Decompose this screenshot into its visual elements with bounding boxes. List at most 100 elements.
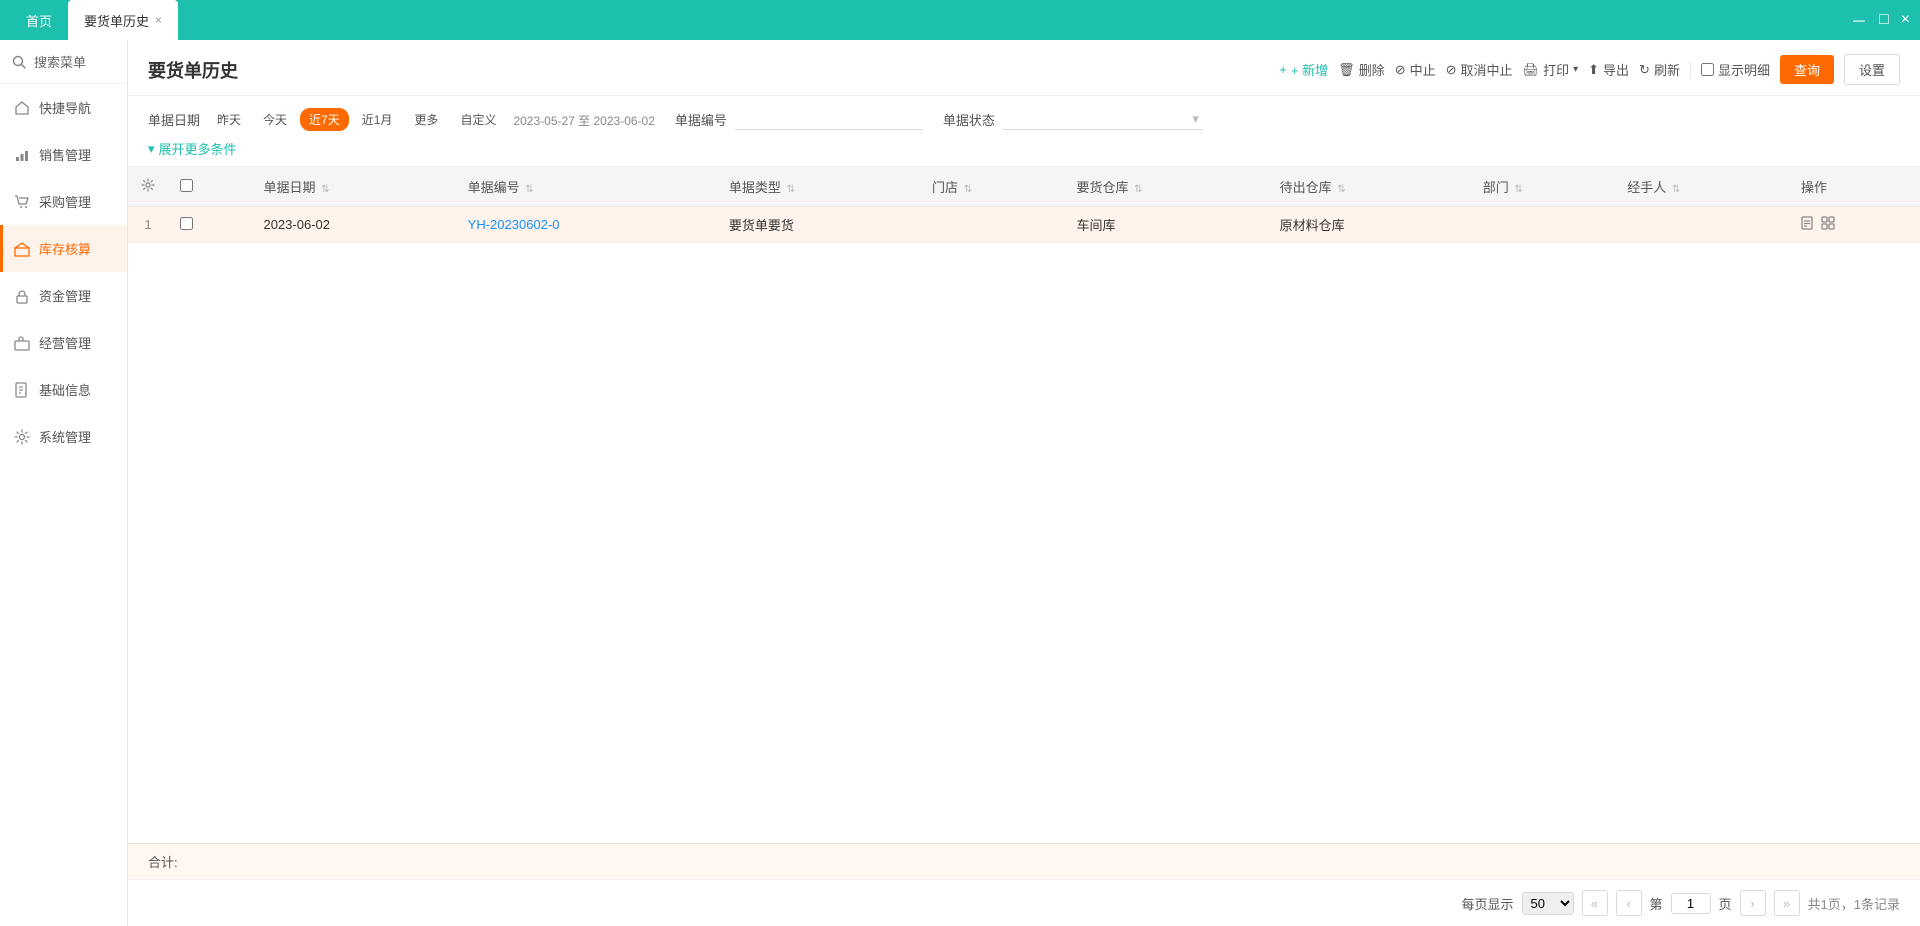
last-page-button[interactable]: » xyxy=(1774,890,1800,916)
settings-icon xyxy=(13,428,31,446)
code-filter-label: 单据编号 xyxy=(675,110,727,129)
th-date[interactable]: 单据日期 ⇅ xyxy=(251,167,455,207)
row-more-icon[interactable] xyxy=(1821,216,1835,233)
cancel-icon: ⊘ xyxy=(1446,62,1457,78)
status-filter-input[interactable] xyxy=(1003,110,1192,129)
row-edit-icon[interactable] xyxy=(1801,216,1815,233)
sort-date-icon: ⇅ xyxy=(321,184,329,195)
refresh-icon: ↻ xyxy=(1639,62,1650,78)
status-select-wrapper: ▾ xyxy=(1003,110,1203,130)
home-icon xyxy=(13,99,31,117)
cart-icon xyxy=(13,193,31,211)
row-dept xyxy=(1471,207,1615,243)
sidebar-item-finance[interactable]: 资金管理 xyxy=(0,272,127,319)
refresh-button[interactable]: ↻ 刷新 xyxy=(1639,60,1680,79)
page-number-input[interactable] xyxy=(1671,893,1711,914)
date-range-display: 2023-05-27 至 2023-06-02 xyxy=(513,112,654,129)
sidebar-item-quick-nav[interactable]: 快捷导航 xyxy=(0,84,127,131)
export-icon: ⬆ xyxy=(1588,62,1599,78)
row-code[interactable]: YH-20230602-0 xyxy=(456,207,717,243)
query-button[interactable]: 查询 xyxy=(1780,55,1834,84)
content-area: 要货单历史 + + 新增 🗑 删除 ⊘ 中止 ⊘ 取消中止 xyxy=(128,40,1920,926)
sort-store-icon: ⇅ xyxy=(964,184,972,195)
new-button[interactable]: + + 新增 xyxy=(1279,60,1328,79)
th-code[interactable]: 单据编号 ⇅ xyxy=(456,167,717,207)
sort-handler-icon: ⇅ xyxy=(1672,184,1680,195)
row-select-checkbox[interactable] xyxy=(180,217,193,230)
cancel-stop-button[interactable]: ⊘ 取消中止 xyxy=(1446,60,1513,79)
table-row[interactable]: 1 2023-06-02 YH-20230602-0 要货单要货 车间库 原材料… xyxy=(128,207,1920,243)
sidebar-item-system[interactable]: 系统管理 xyxy=(0,413,127,460)
th-dept[interactable]: 部门 ⇅ xyxy=(1471,167,1615,207)
table-footer: 合计: xyxy=(128,843,1920,879)
date-btn-custom[interactable]: 自定义 xyxy=(451,108,505,131)
select-all-checkbox[interactable] xyxy=(180,179,193,192)
next-page-button[interactable]: › xyxy=(1740,890,1766,916)
sort-req-warehouse-icon: ⇅ xyxy=(1134,184,1142,195)
total-records-text: 共1页，1条记录 xyxy=(1808,894,1900,913)
close-icon[interactable]: × xyxy=(1901,11,1910,29)
top-bar: 首页 要货单历史 × － □ × xyxy=(0,0,1920,40)
expand-filter-button[interactable]: ▾ 展开更多条件 xyxy=(148,139,1900,158)
table-settings-cell[interactable] xyxy=(128,167,168,207)
chevron-down-icon: ▾ xyxy=(148,141,155,157)
sidebar-item-inventory[interactable]: 库存核算 xyxy=(0,225,127,272)
th-handler[interactable]: 经手人 ⇅ xyxy=(1615,167,1789,207)
stop-button[interactable]: ⊘ 中止 xyxy=(1395,60,1436,79)
sidebar-item-operations[interactable]: 经营管理 xyxy=(0,319,127,366)
sidebar-item-basic-info[interactable]: 基础信息 xyxy=(0,366,127,413)
row-req-warehouse: 车间库 xyxy=(1065,207,1268,243)
delete-button[interactable]: 🗑 删除 xyxy=(1338,60,1385,79)
lock-icon xyxy=(13,287,31,305)
sidebar: 搜索菜单 快捷导航 销售管理 采购管理 库存核算 xyxy=(0,40,128,926)
delete-icon: 🗑 xyxy=(1338,62,1355,78)
checkbox-col[interactable] xyxy=(168,167,251,207)
row-operations xyxy=(1789,207,1920,243)
date-btn-yesterday[interactable]: 昨天 xyxy=(208,108,250,131)
sort-type-icon: ⇅ xyxy=(787,184,795,195)
date-btn-7days[interactable]: 近7天 xyxy=(300,108,349,131)
sidebar-item-purchase[interactable]: 采购管理 xyxy=(0,178,127,225)
code-filter-group: 单据编号 xyxy=(675,110,923,130)
print-icon: 🖨 xyxy=(1523,62,1540,78)
code-filter-input[interactable] xyxy=(735,110,923,130)
date-btn-1month[interactable]: 近1月 xyxy=(353,108,402,131)
table-header-row: 单据日期 ⇅ 单据编号 ⇅ 单据类型 ⇅ 门店 xyxy=(128,167,1920,207)
status-dropdown-icon[interactable]: ▾ xyxy=(1192,111,1203,127)
show-detail-checkbox[interactable] xyxy=(1701,63,1714,76)
settings-button[interactable]: 设置 xyxy=(1844,54,1900,85)
sort-out-warehouse-icon: ⇅ xyxy=(1337,184,1345,195)
th-req-warehouse[interactable]: 要货仓库 ⇅ xyxy=(1065,167,1268,207)
sidebar-item-sales[interactable]: 销售管理 xyxy=(0,131,127,178)
prev-page-button[interactable]: ‹ xyxy=(1616,890,1642,916)
tab-bar: 首页 要货单历史 × xyxy=(10,0,1851,40)
sidebar-search[interactable]: 搜索菜单 xyxy=(0,40,127,84)
print-button[interactable]: 🖨 打印 ▾ xyxy=(1523,60,1579,79)
date-filter-label: 单据日期 xyxy=(148,110,200,129)
date-filter-group: 单据日期 昨天 今天 近7天 近1月 更多 自定义 2023-05-27 至 2… xyxy=(148,108,655,131)
filter-area: 单据日期 昨天 今天 近7天 近1月 更多 自定义 2023-05-27 至 2… xyxy=(128,96,1920,167)
date-btn-more[interactable]: 更多 xyxy=(405,108,447,131)
pagination: 每页显示 50 100 200 « ‹ 第 页 › » 共1页，1条记录 xyxy=(128,879,1920,926)
filter-row: 单据日期 昨天 今天 近7天 近1月 更多 自定义 2023-05-27 至 2… xyxy=(148,108,1900,131)
window-controls: － □ × xyxy=(1851,8,1910,32)
status-filter-label: 单据状态 xyxy=(943,110,995,129)
minimize-icon[interactable]: － xyxy=(1851,8,1867,32)
row-checkbox[interactable] xyxy=(168,207,251,243)
tab-close-icon[interactable]: × xyxy=(155,13,162,27)
row-type: 要货单要货 xyxy=(717,207,920,243)
th-store[interactable]: 门店 ⇅ xyxy=(920,167,1064,207)
th-out-warehouse[interactable]: 待出仓库 ⇅ xyxy=(1268,167,1471,207)
date-btn-today[interactable]: 今天 xyxy=(254,108,296,131)
tab-home[interactable]: 首页 xyxy=(10,0,68,40)
table-wrapper: 单据日期 ⇅ 单据编号 ⇅ 单据类型 ⇅ 门店 xyxy=(128,167,1920,843)
show-detail-toggle[interactable]: 显示明细 xyxy=(1701,60,1770,79)
th-type[interactable]: 单据类型 ⇅ xyxy=(717,167,920,207)
first-page-button[interactable]: « xyxy=(1582,890,1608,916)
maximize-icon[interactable]: □ xyxy=(1879,11,1889,29)
chart-icon xyxy=(13,146,31,164)
tab-requisition-history[interactable]: 要货单历史 × xyxy=(68,0,178,40)
export-button[interactable]: ⬆ 导出 xyxy=(1588,60,1629,79)
warehouse-icon xyxy=(13,240,31,258)
page-size-select[interactable]: 50 100 200 xyxy=(1522,892,1574,915)
